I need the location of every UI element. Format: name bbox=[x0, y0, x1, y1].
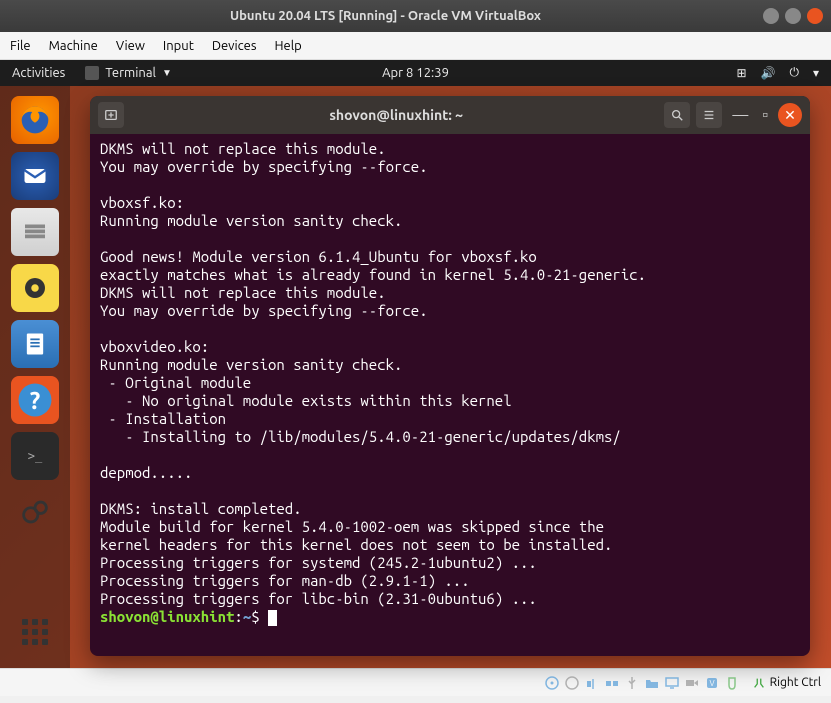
app-menu-label: Terminal bbox=[105, 66, 156, 80]
dock-files[interactable] bbox=[11, 208, 59, 256]
mouse-integration-icon[interactable] bbox=[724, 675, 740, 691]
menu-input[interactable]: Input bbox=[163, 39, 194, 53]
help-icon: ? bbox=[17, 382, 53, 418]
close-button[interactable] bbox=[807, 8, 823, 24]
dock-terminal[interactable]: >_ bbox=[11, 432, 59, 480]
system-menu[interactable]: ⊞ 🔊 ⏻ ▾ bbox=[736, 66, 819, 80]
terminal-maximize-button[interactable]: ▫ bbox=[758, 106, 772, 125]
optical-drive-icon[interactable] bbox=[564, 675, 580, 691]
network-icon: ⊞ bbox=[736, 66, 746, 80]
minimize-button[interactable] bbox=[763, 8, 779, 24]
guest-display: Activities Terminal ▼ Apr 8 12:39 ⊞ 🔊 ⏻ … bbox=[0, 60, 831, 668]
usb-icon[interactable] bbox=[624, 675, 640, 691]
menu-help[interactable]: Help bbox=[275, 39, 302, 53]
chevron-down-icon: ▼ bbox=[162, 67, 172, 79]
menu-view[interactable]: View bbox=[116, 39, 145, 53]
window-title: Ubuntu 20.04 LTS [Running] - Oracle VM V… bbox=[8, 9, 763, 23]
hamburger-menu-button[interactable] bbox=[696, 102, 722, 128]
dock-firefox[interactable] bbox=[11, 96, 59, 144]
app-menu[interactable]: Terminal ▼ bbox=[85, 66, 172, 80]
terminal-prompt-icon: >_ bbox=[28, 449, 42, 463]
prompt-path: ~ bbox=[243, 608, 251, 625]
menu-machine[interactable]: Machine bbox=[49, 39, 98, 53]
prompt-symbol: $ bbox=[251, 608, 259, 625]
terminal-headerbar: shovon@linuxhint: ~ — ▫ ✕ bbox=[90, 96, 810, 134]
thunderbird-icon bbox=[21, 162, 49, 190]
new-tab-icon bbox=[104, 108, 118, 122]
search-button[interactable] bbox=[664, 102, 690, 128]
search-icon bbox=[670, 108, 684, 122]
chevron-down-icon: ▾ bbox=[813, 66, 819, 80]
clock[interactable]: Apr 8 12:39 bbox=[382, 66, 449, 80]
gnome-topbar: Activities Terminal ▼ Apr 8 12:39 ⊞ 🔊 ⏻ … bbox=[0, 60, 831, 86]
terminal-window: shovon@linuxhint: ~ — ▫ ✕ DKMS will not … bbox=[90, 96, 810, 656]
activities-button[interactable]: Activities bbox=[12, 66, 65, 80]
hamburger-icon bbox=[702, 108, 716, 122]
virtualbox-statusbar: V Right Ctrl bbox=[0, 668, 831, 696]
dock-settings[interactable] bbox=[11, 488, 59, 536]
terminal-content[interactable]: DKMS will not replace this module. You m… bbox=[90, 134, 810, 656]
shared-folders-icon[interactable] bbox=[644, 675, 660, 691]
power-icon: ⏻ bbox=[789, 66, 799, 80]
maximize-button[interactable] bbox=[785, 8, 801, 24]
document-icon bbox=[21, 330, 49, 358]
hard-disk-icon[interactable] bbox=[544, 675, 560, 691]
prompt-user: shovon@linuxhint bbox=[100, 608, 234, 625]
files-icon bbox=[20, 217, 50, 247]
terminal-close-button[interactable]: ✕ bbox=[778, 103, 802, 127]
audio-icon[interactable] bbox=[584, 675, 600, 691]
host-key-label: Right Ctrl bbox=[770, 676, 821, 689]
dock: ? >_ bbox=[0, 86, 70, 668]
terminal-title: shovon@linuxhint: ~ bbox=[128, 107, 664, 123]
guest-additions-icon[interactable]: V bbox=[704, 675, 720, 691]
window-controls bbox=[763, 8, 823, 24]
host-key-indicator[interactable]: Right Ctrl bbox=[752, 676, 821, 690]
network-status-icon[interactable] bbox=[604, 675, 620, 691]
firefox-icon bbox=[19, 104, 51, 136]
dock-show-apps[interactable] bbox=[11, 608, 59, 656]
dock-writer[interactable] bbox=[11, 320, 59, 368]
dock-rhythmbox[interactable] bbox=[11, 264, 59, 312]
dock-help[interactable]: ? bbox=[11, 376, 59, 424]
terminal-output: DKMS will not replace this module. You m… bbox=[100, 140, 646, 607]
menu-devices[interactable]: Devices bbox=[212, 39, 257, 53]
svg-text:?: ? bbox=[30, 387, 41, 414]
keyboard-icon bbox=[752, 676, 766, 690]
recording-icon[interactable] bbox=[684, 675, 700, 691]
dock-thunderbird[interactable] bbox=[11, 152, 59, 200]
terminal-minimize-button[interactable]: — bbox=[728, 106, 752, 124]
terminal-indicator-icon bbox=[85, 66, 99, 80]
new-tab-button[interactable] bbox=[98, 102, 124, 128]
virtualbox-titlebar: Ubuntu 20.04 LTS [Running] - Oracle VM V… bbox=[0, 0, 831, 32]
gear-icon bbox=[18, 495, 52, 529]
menu-file[interactable]: File bbox=[10, 39, 31, 53]
volume-icon: 🔊 bbox=[761, 66, 776, 80]
display-icon[interactable] bbox=[664, 675, 680, 691]
speaker-icon bbox=[20, 273, 50, 303]
svg-text:V: V bbox=[709, 679, 714, 688]
prompt-sep: : bbox=[234, 608, 242, 625]
apps-grid-icon bbox=[22, 619, 48, 645]
cursor bbox=[268, 610, 277, 626]
virtualbox-menubar: File Machine View Input Devices Help bbox=[0, 32, 831, 60]
